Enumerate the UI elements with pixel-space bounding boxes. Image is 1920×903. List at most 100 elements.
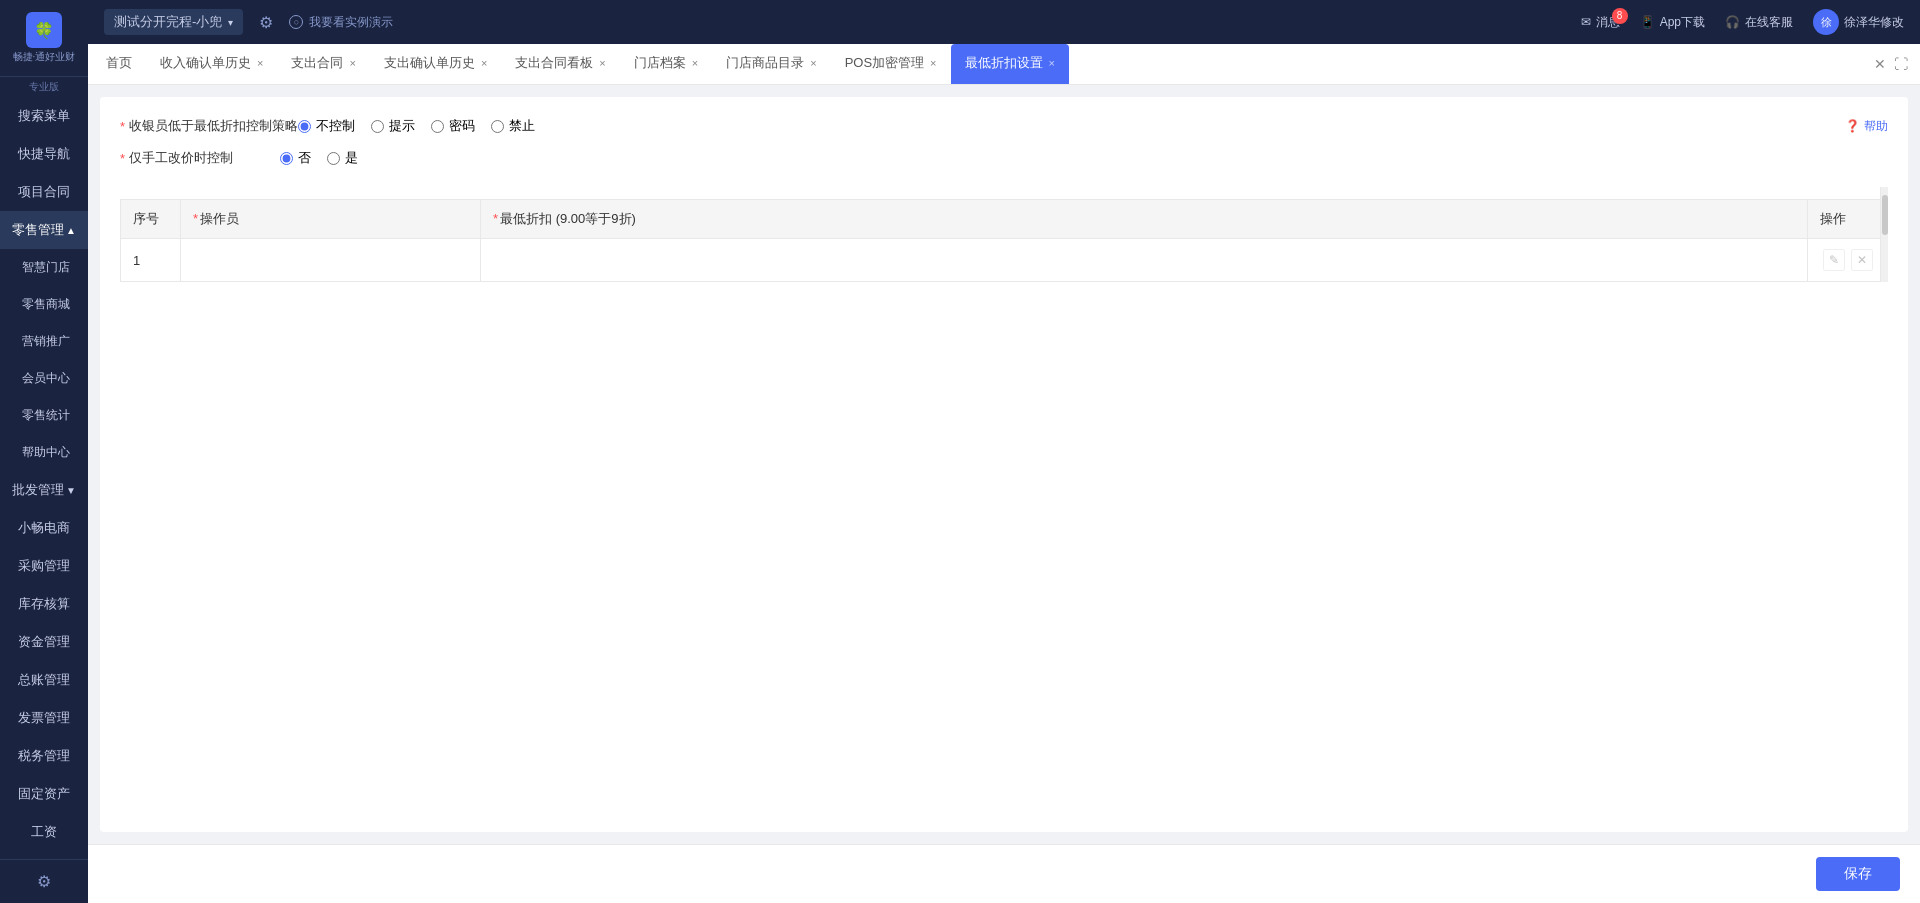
- arrow-up-icon: ▲: [66, 225, 76, 236]
- edit-button[interactable]: ✎: [1823, 249, 1845, 271]
- help-icon: ❓: [1845, 119, 1860, 133]
- bottom-bar: 保存: [88, 844, 1920, 903]
- sidebar-item-help[interactable]: 帮助中心: [0, 434, 88, 471]
- tab-home[interactable]: 首页: [92, 44, 146, 84]
- option-label: 否: [298, 149, 311, 167]
- top-bar-right: ✉ 消息 8 📱 App下载 🎧 在线客服 徐 徐泽华修改: [1581, 9, 1904, 35]
- sidebar-item-tax[interactable]: 税务管理: [0, 737, 88, 775]
- save-button[interactable]: 保存: [1816, 857, 1900, 891]
- project-selector[interactable]: 测试分开完程-小兜 ▾: [104, 9, 243, 35]
- sidebar-item-fund[interactable]: 资金管理: [0, 623, 88, 661]
- user-name: 徐泽华修改: [1844, 14, 1904, 31]
- edition-label: 专业版: [0, 77, 88, 97]
- sidebar-item-ledger[interactable]: 总账管理: [0, 661, 88, 699]
- close-icon[interactable]: ×: [599, 57, 605, 69]
- sidebar-item-label: 批发管理: [12, 481, 64, 499]
- close-icon[interactable]: ×: [810, 57, 816, 69]
- sidebar-item-marketing[interactable]: 营销推广: [0, 323, 88, 360]
- project-name: 测试分开完程-小兜: [114, 13, 222, 31]
- sidebar-item-ecommerce[interactable]: 小畅电商: [0, 509, 88, 547]
- radio-forbid[interactable]: [491, 120, 504, 133]
- user-info[interactable]: 徐 徐泽华修改: [1813, 9, 1904, 35]
- main-area: 测试分开完程-小兜 ▾ ⚙ ○ 我要看实例演示 ✉ 消息 8 📱 App下载 🎧…: [88, 0, 1920, 903]
- close-icon[interactable]: ×: [692, 57, 698, 69]
- sidebar-item-search[interactable]: 搜索菜单: [0, 97, 88, 135]
- option-password[interactable]: 密码: [431, 117, 475, 135]
- manual-price-row: * 仅手工改价时控制 否 是: [120, 149, 1888, 167]
- table-row: 1 ✎ ✕: [121, 239, 1888, 282]
- radio-yes[interactable]: [327, 152, 340, 165]
- radio-no-control[interactable]: [298, 120, 311, 133]
- demo-circle-icon: ○: [289, 15, 303, 29]
- app-label: App下载: [1660, 14, 1705, 31]
- app-icon: 📱: [1640, 15, 1655, 29]
- topbar-settings-icon[interactable]: ⚙: [259, 13, 273, 32]
- form-section: * 收银员低于最低折扣控制策略 不控制 提示: [120, 117, 1888, 167]
- demo-link[interactable]: ○ 我要看实例演示: [289, 14, 393, 31]
- col-seq-header: 序号: [121, 200, 181, 239]
- tab-payment-confirm[interactable]: 支出确认单历史 ×: [370, 44, 501, 84]
- sidebar-item-label: 零售管理: [12, 221, 64, 239]
- option-forbid[interactable]: 禁止: [491, 117, 535, 135]
- close-tab-btn[interactable]: ✕: [1874, 56, 1886, 72]
- message-button[interactable]: ✉ 消息 8: [1581, 14, 1620, 31]
- close-icon[interactable]: ×: [257, 57, 263, 69]
- sidebar-item-project[interactable]: 项目合同: [0, 173, 88, 211]
- close-icon[interactable]: ×: [1049, 57, 1055, 69]
- tab-min-discount[interactable]: 最低折扣设置 ×: [951, 44, 1069, 84]
- option-no[interactable]: 否: [280, 149, 311, 167]
- message-icon: ✉: [1581, 15, 1591, 29]
- demo-text: 我要看实例演示: [309, 14, 393, 31]
- sidebar-item-shortcut[interactable]: 快捷导航: [0, 135, 88, 173]
- sidebar-item-purchase[interactable]: 采购管理: [0, 547, 88, 585]
- col-discount-header: *最低折扣 (9.00等于9折): [481, 200, 1808, 239]
- radio-password[interactable]: [431, 120, 444, 133]
- settings-icon[interactable]: ⚙: [37, 873, 51, 890]
- sidebar-item-retail-mall[interactable]: 零售商城: [0, 286, 88, 323]
- option-label: 禁止: [509, 117, 535, 135]
- close-icon[interactable]: ×: [930, 57, 936, 69]
- option-label: 提示: [389, 117, 415, 135]
- sidebar-item-inventory[interactable]: 库存核算: [0, 585, 88, 623]
- option-no-control[interactable]: 不控制: [298, 117, 355, 135]
- col-operator-header: *操作员: [181, 200, 481, 239]
- sidebar-item-payroll[interactable]: 工资: [0, 813, 88, 851]
- tab-payment-board[interactable]: 支出合同看板 ×: [501, 44, 619, 84]
- radio-remind[interactable]: [371, 120, 384, 133]
- sidebar-bottom: ⚙: [0, 859, 88, 903]
- help-button[interactable]: ❓ 帮助: [1845, 118, 1888, 135]
- expand-tab-btn[interactable]: ⛶: [1894, 56, 1908, 72]
- radio-no[interactable]: [280, 152, 293, 165]
- manual-price-options: 否 是: [280, 149, 358, 167]
- tab-pos-security[interactable]: POS加密管理 ×: [831, 44, 951, 84]
- tab-store-product[interactable]: 门店商品目录 ×: [712, 44, 830, 84]
- support-button[interactable]: 🎧 在线客服: [1725, 14, 1793, 31]
- option-remind[interactable]: 提示: [371, 117, 415, 135]
- help-label: 帮助: [1864, 118, 1888, 135]
- sidebar-item-wholesale[interactable]: 批发管理 ▼: [0, 471, 88, 509]
- tab-payment-contract[interactable]: 支出合同 ×: [277, 44, 369, 84]
- option-yes[interactable]: 是: [327, 149, 358, 167]
- sidebar-item-member[interactable]: 会员中心: [0, 360, 88, 397]
- message-badge: 8: [1612, 8, 1628, 24]
- sidebar-item-assets[interactable]: 固定资产: [0, 775, 88, 813]
- sidebar-item-retail-stats[interactable]: 零售统计: [0, 397, 88, 434]
- logo-text: 畅捷·通好业财: [8, 50, 80, 64]
- tab-store-file[interactable]: 门店档案 ×: [620, 44, 712, 84]
- sidebar-item-invoice[interactable]: 发票管理: [0, 699, 88, 737]
- close-icon[interactable]: ×: [349, 57, 355, 69]
- tab-bar: 首页 收入确认单历史 × 支出合同 × 支出确认单历史 × 支出合同看板 × 门…: [88, 44, 1920, 85]
- close-icon[interactable]: ×: [481, 57, 487, 69]
- tab-income-confirm[interactable]: 收入确认单历史 ×: [146, 44, 277, 84]
- sidebar-item-retail[interactable]: 零售管理 ▲: [0, 211, 88, 249]
- cell-seq: 1: [121, 239, 181, 282]
- delete-button[interactable]: ✕: [1851, 249, 1873, 271]
- label-text: 仅手工改价时控制: [129, 149, 233, 167]
- logo-area: 🍀 畅捷·通好业财: [0, 0, 88, 77]
- tab-label: 支出确认单历史: [384, 54, 475, 72]
- arrow-down-icon: ▼: [66, 485, 76, 496]
- sidebar-item-smart-store[interactable]: 智慧门店: [0, 249, 88, 286]
- content-panel: * 收银员低于最低折扣控制策略 不控制 提示: [100, 97, 1908, 832]
- app-download-button[interactable]: 📱 App下载: [1640, 14, 1705, 31]
- option-label: 密码: [449, 117, 475, 135]
